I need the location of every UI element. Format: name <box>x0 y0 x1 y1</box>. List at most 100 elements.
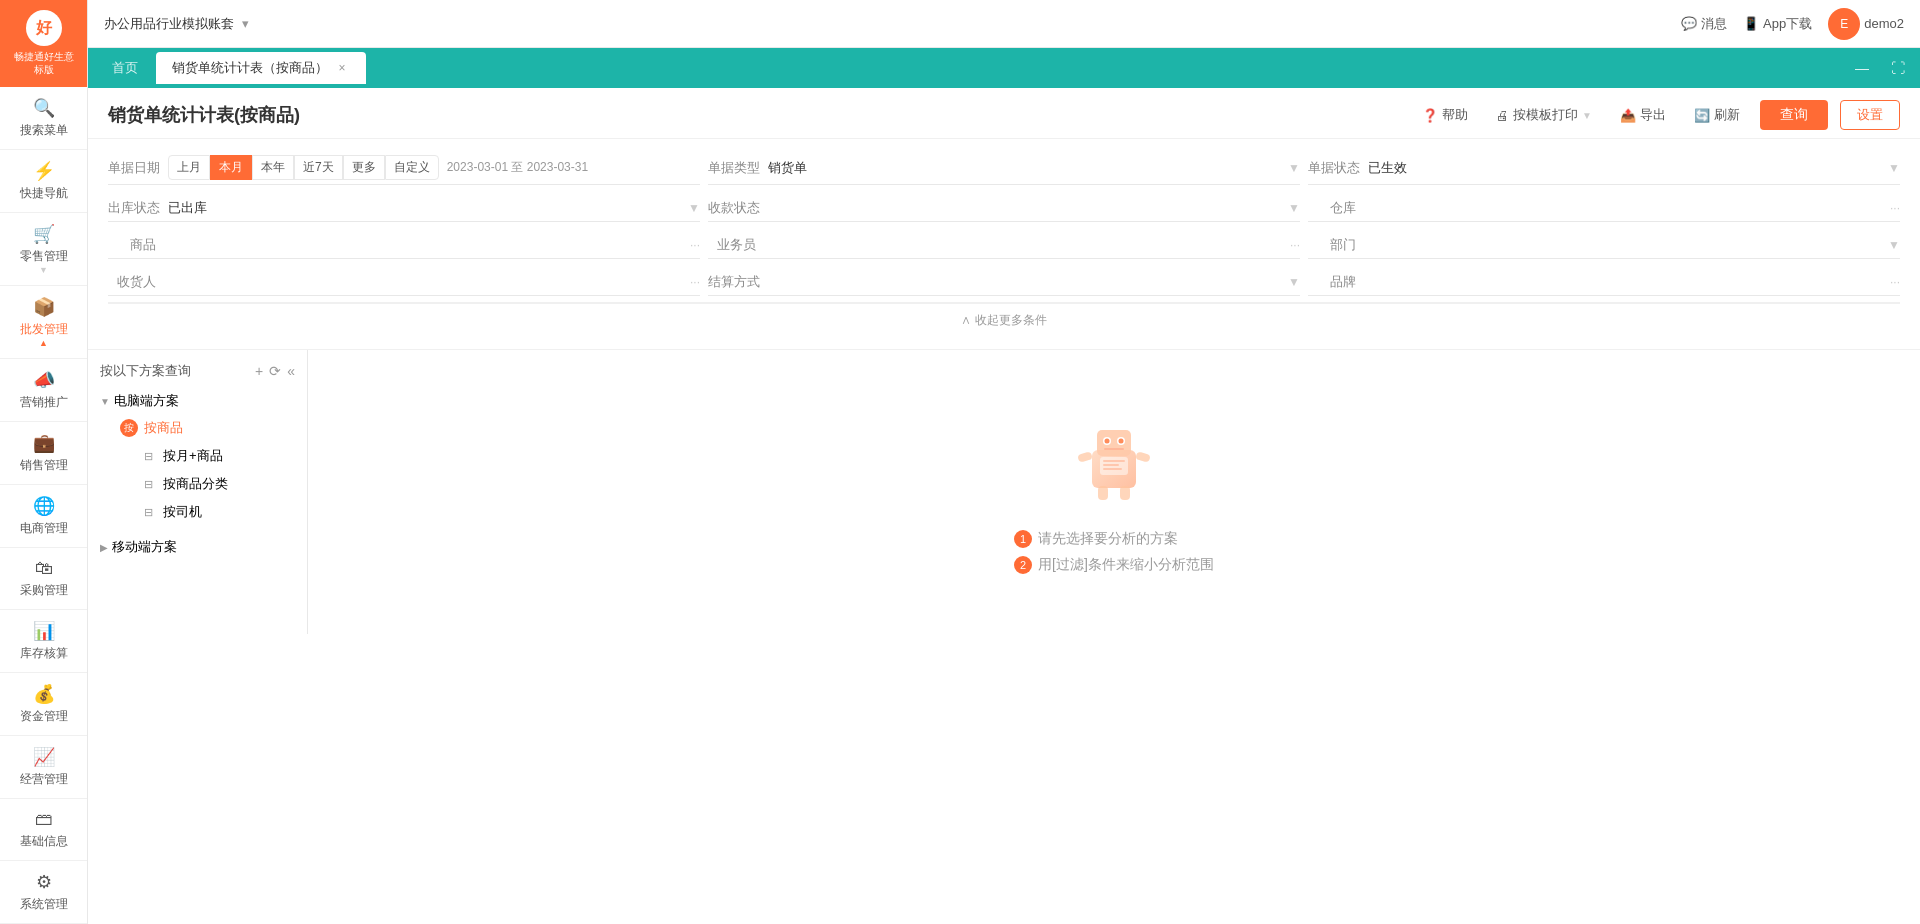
mobile-tree-arrow: ▶ <box>100 542 108 553</box>
svg-point-4 <box>1105 439 1110 444</box>
dept-arrow[interactable]: ▼ <box>1888 238 1900 252</box>
tab-minimize-btn[interactable]: — <box>1848 54 1876 82</box>
empty-state: 1 请先选择要分析的方案 2 用[过滤]条件来缩小分析范围 <box>308 350 1920 634</box>
sidebar-system-label: 系统管理 <box>20 896 68 913</box>
panel-collapse-icon[interactable]: « <box>287 363 295 379</box>
tree-item-by-month-goods[interactable]: ⊟ 按月+商品 <box>88 442 307 470</box>
sidebar-item-ecommerce[interactable]: 🌐 电商管理 <box>0 485 87 548</box>
doc-type-label: 单据类型 <box>708 159 768 177</box>
tab-maximize-btn[interactable]: ⛶ <box>1884 54 1912 82</box>
warehouse-input[interactable] <box>1364 201 1886 216</box>
svg-rect-13 <box>1103 464 1119 466</box>
recipient-label: 收货人 <box>108 273 164 291</box>
date-btn-this-year[interactable]: 本年 <box>252 155 294 180</box>
recipient-dots[interactable]: ··· <box>690 275 700 289</box>
date-btn-this-month[interactable]: 本月 <box>210 155 252 180</box>
mobile-group-label: 移动端方案 <box>112 538 177 556</box>
svg-rect-8 <box>1135 451 1151 462</box>
help-icon: ❓ <box>1422 108 1438 123</box>
print-icon: 🖨 <box>1496 108 1509 123</box>
help-btn[interactable]: ❓ 帮助 <box>1414 102 1476 128</box>
panel-refresh-icon[interactable]: ⟳ <box>269 363 281 379</box>
refresh-label: 刷新 <box>1714 106 1740 124</box>
refresh-btn[interactable]: 🔄 刷新 <box>1686 102 1748 128</box>
app-download-btn[interactable]: 📱 App下载 <box>1743 15 1812 33</box>
tree-item-by-category[interactable]: ⊟ 按商品分类 <box>88 470 307 498</box>
recipient-filter: 收货人 ··· <box>108 269 700 296</box>
query-btn[interactable]: 查询 <box>1760 100 1828 130</box>
out-status-value[interactable]: 已出库 <box>168 199 688 217</box>
goods-input[interactable] <box>164 238 686 253</box>
warehouse-dots[interactable]: ··· <box>1890 201 1900 215</box>
settle-arrow[interactable]: ▼ <box>1288 275 1300 289</box>
date-btn-last-month[interactable]: 上月 <box>168 155 210 180</box>
doc-type-arrow[interactable]: ▼ <box>1288 161 1300 175</box>
goods-dots[interactable]: ··· <box>690 238 700 252</box>
doc-type-value[interactable]: 销货单 <box>768 159 1288 177</box>
print-btn[interactable]: 🖨 按模板打印 ▼ <box>1488 102 1600 128</box>
tree-group-mobile-title[interactable]: ▶ 移动端方案 <box>88 534 307 560</box>
brand-input[interactable] <box>1364 275 1886 290</box>
date-filter-group: 上月 本月 本年 近7天 更多 自定义 <box>168 155 439 180</box>
collapse-bar[interactable]: ∧ 收起更多条件 <box>108 303 1900 337</box>
tree-group-desktop-title[interactable]: ▼ 电脑端方案 <box>88 388 307 414</box>
sidebar-item-sales[interactable]: 💼 销售管理 <box>0 422 87 485</box>
sidebar-logo[interactable]: 好 畅捷通好生意 标版 <box>0 0 88 87</box>
sidebar-item-operation[interactable]: 📈 经营管理 <box>0 736 87 799</box>
sidebar-item-system[interactable]: ⚙ 系统管理 <box>0 861 87 924</box>
tree-item-by-goods-label: 按商品 <box>144 419 183 437</box>
page-content: 销货单统计计表(按商品) ❓ 帮助 🖨 按模板打印 ▼ 📤 导出 <box>88 88 1920 924</box>
out-status-arrow[interactable]: ▼ <box>688 201 700 215</box>
page-title-bar: 销货单统计计表(按商品) ❓ 帮助 🖨 按模板打印 ▼ 📤 导出 <box>88 88 1920 139</box>
tab-home[interactable]: 首页 <box>96 52 154 84</box>
sidebar-item-finance[interactable]: 💰 资金管理 <box>0 673 87 736</box>
date-btn-7days[interactable]: 近7天 <box>294 155 343 180</box>
tab-close-icon[interactable]: × <box>334 60 350 76</box>
sidebar-item-retail[interactable]: 🛒 零售管理 ▼ <box>0 213 87 286</box>
export-btn[interactable]: 📤 导出 <box>1612 102 1674 128</box>
panel-add-icon[interactable]: + <box>255 363 263 379</box>
quick-nav-icon: ⚡ <box>33 160 55 182</box>
filter-section: 单据日期 上月 本月 本年 近7天 更多 自定义 2023-03-01 至 20… <box>88 139 1920 349</box>
receipt-status-arrow[interactable]: ▼ <box>1288 201 1300 215</box>
minimize-icon: — <box>1855 60 1869 76</box>
help-label: 帮助 <box>1442 106 1468 124</box>
sidebar-item-inventory[interactable]: 📊 库存核算 <box>0 610 87 673</box>
sidebar-item-marketing[interactable]: 📣 营销推广 <box>0 359 87 422</box>
tip-1-text: 请先选择要分析的方案 <box>1038 530 1178 548</box>
svg-rect-7 <box>1077 451 1093 462</box>
empty-illustration <box>1064 410 1164 510</box>
recipient-input[interactable] <box>164 275 686 290</box>
date-label: 单据日期 <box>108 159 168 177</box>
message-btn[interactable]: 💬 消息 <box>1681 15 1727 33</box>
salesperson-dots[interactable]: ··· <box>1290 238 1300 252</box>
svg-point-5 <box>1119 439 1124 444</box>
date-btn-custom[interactable]: 自定义 <box>385 155 439 180</box>
collapse-label: 收起更多条件 <box>975 313 1047 327</box>
sidebar-item-quick-nav[interactable]: ⚡ 快捷导航 <box>0 150 87 213</box>
tree-item-by-goods[interactable]: 按 按商品 <box>88 414 307 442</box>
retail-icon: 🛒 <box>33 223 55 245</box>
sidebar-item-basic[interactable]: 🗃 基础信息 <box>0 799 87 861</box>
dept-label: 部门 <box>1308 236 1364 254</box>
tree-group-mobile: ▶ 移动端方案 <box>88 534 307 568</box>
search-icon: 🔍 <box>33 97 55 119</box>
right-content: 1 请先选择要分析的方案 2 用[过滤]条件来缩小分析范围 <box>308 350 1920 634</box>
tree-item-by-company[interactable]: ⊟ 按司机 <box>88 498 307 526</box>
tab-sales-stats[interactable]: 销货单统计计表（按商品） × <box>156 52 366 84</box>
sidebar-item-purchase[interactable]: 🛍 采购管理 <box>0 548 87 610</box>
sidebar-item-wholesale[interactable]: 📦 批发管理 ▲ <box>0 286 87 359</box>
sidebar-item-search[interactable]: 🔍 搜索菜单 <box>0 87 87 150</box>
brand-dots[interactable]: ··· <box>1890 275 1900 289</box>
sidebar-sales-label: 销售管理 <box>20 457 68 474</box>
header-dropdown-icon[interactable]: ▾ <box>242 16 249 31</box>
print-label: 按模板打印 <box>1513 106 1578 124</box>
sidebar-operation-label: 经营管理 <box>20 771 68 788</box>
doc-status-value[interactable]: 已生效 <box>1368 159 1888 177</box>
salesperson-input[interactable] <box>764 238 1286 253</box>
user-area[interactable]: E demo2 <box>1828 8 1904 40</box>
settings-btn[interactable]: 设置 <box>1840 100 1900 130</box>
doc-status-arrow[interactable]: ▼ <box>1888 161 1900 175</box>
doc-status-label: 单据状态 <box>1308 159 1368 177</box>
date-btn-more[interactable]: 更多 <box>343 155 385 180</box>
